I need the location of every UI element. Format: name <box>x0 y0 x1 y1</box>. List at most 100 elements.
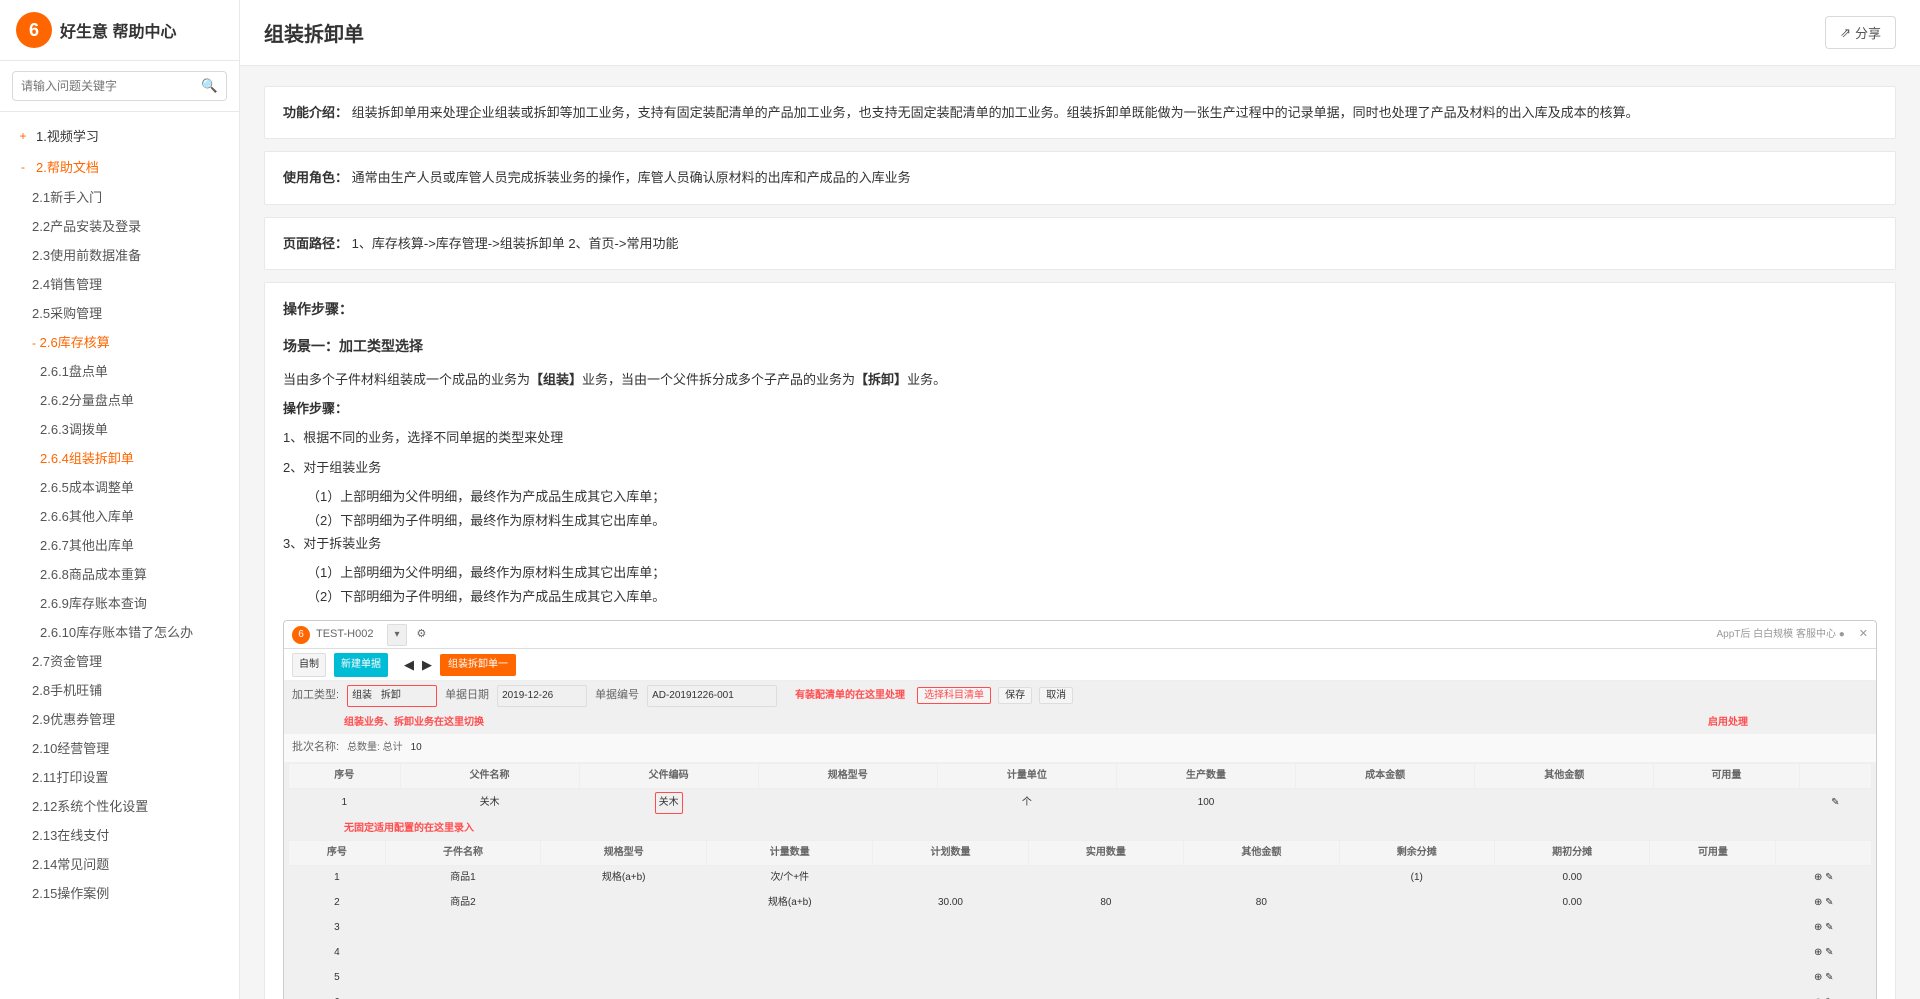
mock-cancel-btn: 取消 <box>1039 687 1073 704</box>
sidebar-item-262[interactable]: 2.6.2分量盘点单 <box>0 385 239 414</box>
table-row: 1 商品1 规格(a+b) 次/个+件 (1) 0.00 ⊕ ✎ <box>289 865 1872 890</box>
mock-form-row1: 加工类型: 组装 拆卸 单据日期 2019-12-26 单据编号 AD-2019… <box>284 681 1876 712</box>
path-text: 1、库存核算->库存管理->组装拆卸单 2、首页->常用功能 <box>352 236 679 251</box>
sidebar-item-261[interactable]: 2.6.1盘点单 <box>0 356 239 385</box>
mock-type-asm: 组装 <box>352 690 372 701</box>
keyword-dis: 【拆卸】 <box>855 372 907 387</box>
step3-subs: （1）上部明细为父件明细，最终作为原材料生成其它出库单； （2）下部明细为子件明… <box>283 561 1877 608</box>
cell-avail <box>1654 788 1799 817</box>
cell-cost <box>1296 788 1475 817</box>
step2-subs: （1）上部明细为父件明细，最终作为产成品生成其它入库单； （2）下部明细为子件明… <box>283 485 1877 532</box>
th-op <box>1799 763 1871 788</box>
keyword-asm: 【组装】 <box>530 372 582 387</box>
sidebar-item-269[interactable]: 2.6.9库存账本查询 <box>0 588 239 617</box>
th-qty: 生产数量 <box>1116 763 1295 788</box>
cell-other <box>1475 788 1654 817</box>
intro-block: 功能介绍： 组装拆卸单用来处理企业组装或拆卸等加工业务，支持有固定装配清单的产品… <box>264 86 1896 139</box>
search-input[interactable] <box>13 73 193 99</box>
logo-area: 6 好生意 帮助中心 <box>0 0 239 61</box>
page-title: 组装拆卸单 <box>264 18 364 47</box>
sidebar-item-online[interactable]: 2.13在线支付 <box>0 820 239 849</box>
sidebar-item-cases[interactable]: 2.15操作案例 <box>0 878 239 907</box>
th-avail: 可用量 <box>1654 763 1799 788</box>
mock-code-label: 单据编号 <box>595 686 639 706</box>
mock-qty-label: 总数量: 总计 <box>347 739 403 757</box>
sidebar-item-install[interactable]: 2.2产品安装及登录 <box>0 211 239 240</box>
th2-seq: 序号 <box>289 840 386 865</box>
role-block: 使用角色： 通常由生产人员或库管人员完成拆装业务的操作，库管人员确认原材料的出库… <box>264 151 1896 204</box>
th-cost: 成本金额 <box>1296 763 1475 788</box>
th-unit: 计量单位 <box>937 763 1116 788</box>
sidebar-item-coupon[interactable]: 2.9优惠券管理 <box>0 704 239 733</box>
sidebar-item-2610[interactable]: 2.6.10库存账本错了怎么办 <box>0 617 239 646</box>
path-label: 页面路径： <box>283 236 348 251</box>
sidebar-item-purchase[interactable]: 2.5采购管理 <box>0 298 239 327</box>
cell-parent-name: 关木 <box>400 788 579 817</box>
main-header: 组装拆卸单 ⇗ 分享 <box>240 0 1920 66</box>
sidebar-item-ops[interactable]: 2.10经营管理 <box>0 733 239 762</box>
th2-child-name: 子件名称 <box>385 840 540 865</box>
sidebar-item-newbie[interactable]: 2.1新手入门 <box>0 182 239 211</box>
mock-toolbar: 自制 新建单据 ◀ ▶ 组装拆卸单一 <box>284 649 1876 681</box>
sidebar-item-265[interactable]: 2.6.5成本调整单 <box>0 472 239 501</box>
th2-spec: 规格型号 <box>541 840 707 865</box>
sidebar-item-264[interactable]: 2.6.4组装拆卸单 <box>0 443 239 472</box>
th-parent-name: 父件名称 <box>400 763 579 788</box>
sidebar-item-finance[interactable]: 2.7资金管理 <box>0 646 239 675</box>
expand-icon-stock: - <box>32 336 36 350</box>
th2-plan: 计划数量 <box>873 840 1028 865</box>
mock-date-label: 单据日期 <box>445 686 489 706</box>
sidebar-item-267[interactable]: 2.6.7其他出库单 <box>0 530 239 559</box>
cell-seq: 1 <box>289 788 401 817</box>
table-row: 1 关木 关木 个 100 ✎ <box>289 788 1872 817</box>
mock-table1: 序号 父件名称 父件编码 规格型号 计量单位 生产数量 成本金额 其他金额 可用… <box>288 763 1872 818</box>
steps-block: 操作步骤： 场景一：加工类型选择 当由多个子件材料组装成一个成品的业务为【组装】… <box>264 282 1896 999</box>
sidebar-item-268[interactable]: 2.6.8商品成本重算 <box>0 559 239 588</box>
annotation1: 有装配清单的在这里处理 <box>795 687 905 705</box>
table-row: 4⊕ ✎ <box>289 940 1872 965</box>
expand-icon-help: - <box>16 160 30 174</box>
th2-avail: 可用量 <box>1650 840 1776 865</box>
mock-app-bar: AppT后 白白规模 客服中心 ● <box>1717 626 1845 644</box>
sidebar-item-266[interactable]: 2.6.6其他入库单 <box>0 501 239 530</box>
step2-sub1: （1）上部明细为父件明细，最终作为产成品生成其它入库单； <box>307 485 1877 508</box>
sidebar-item-help[interactable]: - 2.帮助文档 <box>0 151 239 182</box>
mock-btn-list: 组装拆卸单一 <box>440 654 516 676</box>
intro-label: 功能介绍： <box>283 105 348 120</box>
role-text: 通常由生产人员或库管人员完成拆装业务的操作，库管人员确认原材料的出库和产成品的入… <box>352 170 911 185</box>
share-button[interactable]: ⇗ 分享 <box>1825 16 1896 49</box>
mock-dropdown: ▾ <box>387 624 406 646</box>
sidebar-item-video[interactable]: + 1.视频学习 <box>0 120 239 151</box>
sidebar: 6 好生意 帮助中心 🔍 + 1.视频学习 - 2.帮助文档 2.1新手入门 2… <box>0 0 240 999</box>
sidebar-item-data[interactable]: 2.3使用前数据准备 <box>0 240 239 269</box>
sidebar-item-print[interactable]: 2.11打印设置 <box>0 762 239 791</box>
sidebar-item-mobile[interactable]: 2.8手机旺铺 <box>0 675 239 704</box>
sidebar-item-system[interactable]: 2.12系统个性化设置 <box>0 791 239 820</box>
mock-close-icon: ✕ <box>1859 625 1868 645</box>
path-block: 页面路径： 1、库存核算->库存管理->组装拆卸单 2、首页->常用功能 <box>264 217 1896 270</box>
cell-spec <box>758 788 937 817</box>
mock-type-dis: 拆卸 <box>381 690 401 701</box>
sidebar-item-263[interactable]: 2.6.3调拨单 <box>0 414 239 443</box>
mock-action-btn: 选择科目清单 保存 取消 <box>917 686 1073 706</box>
scenario1-desc: 当由多个子件材料组装成一个成品的业务为【组装】业务，当由一个父件拆分成多个子产品… <box>283 368 1877 391</box>
th2-op <box>1776 840 1872 865</box>
mock-tab-new: 新建单据 <box>334 653 388 677</box>
cell-unit: 个 <box>937 788 1116 817</box>
search-area: 🔍 <box>0 61 239 112</box>
mock-tab-ziZhi: 自制 <box>292 653 326 677</box>
mock-logo: 6 <box>292 626 310 644</box>
sidebar-item-stock[interactable]: - 2.6库存核算 <box>0 327 239 356</box>
sidebar-item-faq[interactable]: 2.14常见问题 <box>0 849 239 878</box>
content-area: 功能介绍： 组装拆卸单用来处理企业组装或拆卸等加工业务，支持有固定装配清单的产品… <box>240 66 1920 999</box>
mock-nav-next: ▶ <box>422 653 432 676</box>
step3-sub1: （1）上部明细为父件明细，最终作为原材料生成其它出库单； <box>307 561 1877 584</box>
mock-save-btn: 保存 <box>998 687 1032 704</box>
step3-sub2: （2）下部明细为子件明细，最终作为产成品生成其它入库单。 <box>307 585 1877 608</box>
mock-title: TEST-H002 <box>316 625 373 645</box>
ops-title: 操作步骤： <box>283 297 1877 322</box>
logo-text: 好生意 帮助中心 <box>60 18 176 42</box>
sidebar-item-sales[interactable]: 2.4销售管理 <box>0 269 239 298</box>
search-button[interactable]: 🔍 <box>193 72 226 100</box>
th-spec: 规格型号 <box>758 763 937 788</box>
